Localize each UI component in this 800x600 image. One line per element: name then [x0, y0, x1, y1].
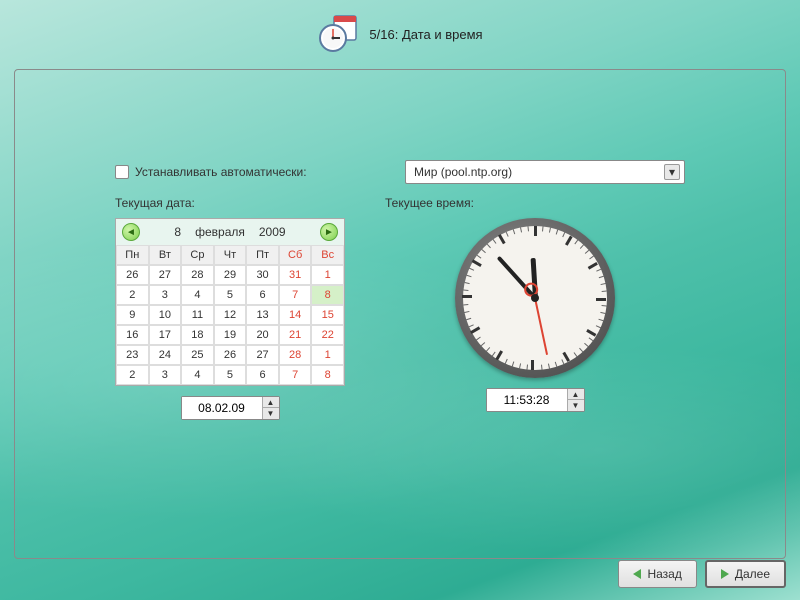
calendar-day[interactable]: 9: [116, 305, 149, 325]
calendar-weekday: Сб: [279, 245, 312, 265]
calendar-day[interactable]: 4: [181, 285, 214, 305]
calendar-day[interactable]: 24: [149, 345, 182, 365]
calendar-day[interactable]: 26: [116, 265, 149, 285]
calendar-day[interactable]: 30: [246, 265, 279, 285]
calendar-next-button[interactable]: ►: [320, 223, 338, 241]
calendar-day[interactable]: 3: [149, 365, 182, 385]
calendar-day[interactable]: 29: [214, 265, 247, 285]
calendar-day[interactable]: 25: [181, 345, 214, 365]
calendar-day[interactable]: 6: [246, 285, 279, 305]
calendar-day[interactable]: 28: [181, 265, 214, 285]
calendar-day[interactable]: 2: [116, 285, 149, 305]
calendar-day[interactable]: 6: [246, 365, 279, 385]
back-button[interactable]: Назад: [618, 560, 696, 588]
calendar-day[interactable]: 21: [279, 325, 312, 345]
checkbox-icon: [115, 165, 129, 179]
calendar-day[interactable]: 15: [311, 305, 344, 325]
calendar-day[interactable]: 31: [279, 265, 312, 285]
calendar-weekday: Пт: [246, 245, 279, 265]
calendar-day[interactable]: 5: [214, 365, 247, 385]
calendar-day[interactable]: 8: [311, 285, 344, 305]
calendar-day[interactable]: 3: [149, 285, 182, 305]
calendar-day[interactable]: 19: [214, 325, 247, 345]
calendar-day[interactable]: 13: [246, 305, 279, 325]
arrow-left-icon: [633, 569, 641, 579]
calendar-day[interactable]: 16: [116, 325, 149, 345]
calendar-day[interactable]: 17: [149, 325, 182, 345]
next-button[interactable]: Далее: [705, 560, 786, 588]
page-header: 5/16: Дата и время: [0, 0, 800, 69]
calendar-day[interactable]: 4: [181, 365, 214, 385]
calendar-day[interactable]: 22: [311, 325, 344, 345]
calendar-prev-button[interactable]: ◄: [122, 223, 140, 241]
calendar-day[interactable]: 1: [311, 345, 344, 365]
date-up-button[interactable]: ▲: [263, 397, 279, 408]
calendar-day[interactable]: 2: [116, 365, 149, 385]
calendar-day[interactable]: 8: [311, 365, 344, 385]
arrow-right-icon: ►: [324, 227, 334, 238]
auto-set-label: Устанавливать автоматически:: [135, 165, 307, 179]
arrow-left-icon: ◄: [126, 227, 136, 238]
calendar[interactable]: ◄ 8 февраля 2009 ► ПнВтСрЧтПтСбВс2627282…: [115, 218, 345, 386]
date-down-button[interactable]: ▼: [263, 408, 279, 419]
auto-set-checkbox[interactable]: Устанавливать автоматически:: [115, 165, 385, 179]
calendar-weekday: Вс: [311, 245, 344, 265]
main-panel: Устанавливать автоматически: Мир (pool.n…: [14, 69, 786, 559]
calendar-day[interactable]: 20: [246, 325, 279, 345]
date-input[interactable]: [182, 397, 262, 419]
calendar-title: 8 февраля 2009: [174, 225, 285, 239]
clock-calendar-icon: [317, 12, 359, 57]
time-spinner[interactable]: ▲ ▼: [486, 388, 585, 412]
arrow-right-icon: [721, 569, 729, 579]
calendar-day[interactable]: 11: [181, 305, 214, 325]
calendar-day[interactable]: 28: [279, 345, 312, 365]
dropdown-arrow-icon: ▾: [664, 164, 680, 180]
calendar-day[interactable]: 23: [116, 345, 149, 365]
date-spinner[interactable]: ▲ ▼: [181, 396, 280, 420]
calendar-day[interactable]: 12: [214, 305, 247, 325]
calendar-day[interactable]: 7: [279, 365, 312, 385]
calendar-weekday: Чт: [214, 245, 247, 265]
current-time-label: Текущее время:: [385, 196, 474, 210]
calendar-day[interactable]: 27: [149, 265, 182, 285]
page-title: 5/16: Дата и время: [369, 27, 482, 42]
calendar-day[interactable]: 1: [311, 265, 344, 285]
calendar-day[interactable]: 27: [246, 345, 279, 365]
calendar-weekday: Ср: [181, 245, 214, 265]
calendar-weekday: Пн: [116, 245, 149, 265]
time-down-button[interactable]: ▼: [568, 400, 584, 411]
current-date-label: Текущая дата:: [115, 196, 385, 210]
calendar-day[interactable]: 10: [149, 305, 182, 325]
analog-clock: [455, 218, 615, 378]
ntp-server-select[interactable]: Мир (pool.ntp.org) ▾: [405, 160, 685, 184]
calendar-day[interactable]: 5: [214, 285, 247, 305]
time-input[interactable]: [487, 389, 567, 411]
footer-buttons: Назад Далее: [618, 560, 786, 588]
ntp-server-value: Мир (pool.ntp.org): [414, 165, 512, 179]
calendar-weekday: Вт: [149, 245, 182, 265]
calendar-day[interactable]: 26: [214, 345, 247, 365]
calendar-day[interactable]: 18: [181, 325, 214, 345]
time-up-button[interactable]: ▲: [568, 389, 584, 400]
calendar-day[interactable]: 7: [279, 285, 312, 305]
calendar-day[interactable]: 14: [279, 305, 312, 325]
